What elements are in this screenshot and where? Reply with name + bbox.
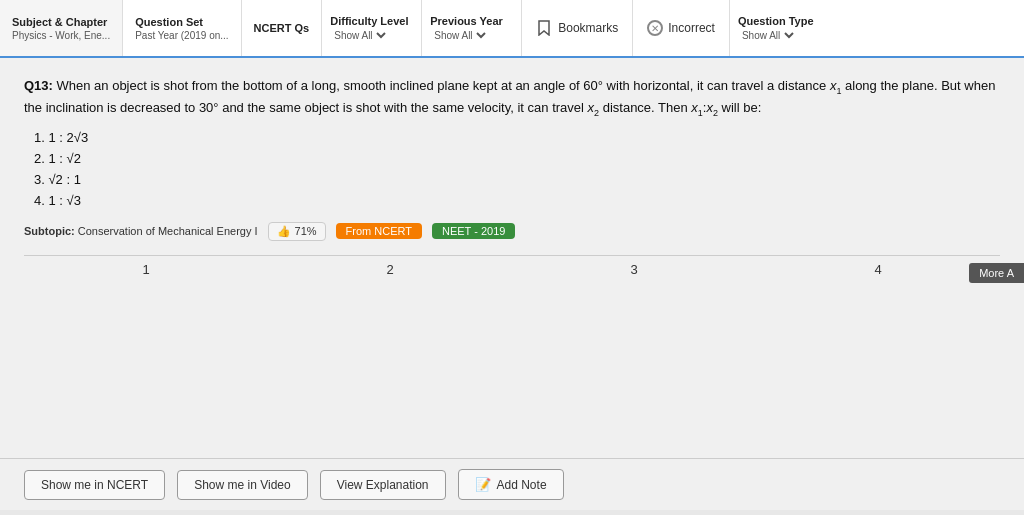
question-type-label: Question Type bbox=[738, 15, 832, 27]
difficulty-select[interactable]: Show All Easy Medium Hard bbox=[330, 29, 389, 42]
ncert-qs-filter[interactable]: NCERT Qs bbox=[242, 0, 323, 56]
ncert-qs-label: NCERT Qs bbox=[254, 22, 310, 34]
difficulty-filter[interactable]: Difficulty Level Show All Easy Medium Ha… bbox=[322, 0, 422, 56]
question-type-select[interactable]: Show All MCQ Integer bbox=[738, 29, 797, 42]
page-numbers: 1 2 3 4 bbox=[24, 262, 1000, 277]
incorrect-icon: ✕ bbox=[647, 20, 663, 36]
source-badge: From NCERT bbox=[336, 223, 422, 239]
subtopic-label: Subtopic: Conservation of Mechanical Ene… bbox=[24, 225, 258, 237]
option-3[interactable]: 3. √2 : 1 bbox=[34, 172, 1000, 187]
view-explanation-button[interactable]: View Explanation bbox=[320, 470, 446, 500]
show-video-button[interactable]: Show me in Video bbox=[177, 470, 308, 500]
option-4[interactable]: 4. 1 : √3 bbox=[34, 193, 1000, 208]
more-a-container: More A bbox=[24, 283, 1000, 307]
action-buttons-row: Show me in NCERT Show me in Video View E… bbox=[0, 458, 1024, 510]
question-type-filter[interactable]: Question Type Show All MCQ Integer bbox=[730, 0, 840, 56]
question-set-filter[interactable]: Question Set Past Year (2019 on... bbox=[123, 0, 241, 56]
bookmarks-label: Bookmarks bbox=[558, 21, 618, 35]
question-set-value: Past Year (2019 on... bbox=[135, 30, 228, 41]
page-3[interactable]: 3 bbox=[630, 262, 637, 277]
page-1[interactable]: 1 bbox=[142, 262, 149, 277]
incorrect-button[interactable]: ✕ Incorrect bbox=[633, 0, 730, 56]
subject-chapter-value: Physics - Work, Ene... bbox=[12, 30, 110, 41]
add-note-button[interactable]: 📝 Add Note bbox=[458, 469, 564, 500]
previous-year-select-row: Show All 2019 2020 2021 bbox=[430, 29, 513, 42]
show-ncert-button[interactable]: Show me in NCERT bbox=[24, 470, 165, 500]
previous-year-label: Previous Year bbox=[430, 15, 513, 27]
page-4[interactable]: 4 bbox=[874, 262, 881, 277]
question-number: Q13: bbox=[24, 78, 53, 93]
previous-year-filter[interactable]: Previous Year Show All 2019 2020 2021 bbox=[422, 0, 522, 56]
question-text: Q13: When an object is shot from the bot… bbox=[24, 76, 1000, 120]
subtopic-row: Subtopic: Conservation of Mechanical Ene… bbox=[24, 222, 1000, 241]
toolbar: Subject & Chapter Physics - Work, Ene...… bbox=[0, 0, 1024, 58]
year-badge: NEET - 2019 bbox=[432, 223, 515, 239]
thumb-up-icon: 👍 bbox=[277, 225, 291, 238]
subject-chapter-label: Subject & Chapter bbox=[12, 16, 110, 28]
main-content: Q13: When an object is shot from the bot… bbox=[0, 58, 1024, 458]
question-set-label: Question Set bbox=[135, 16, 228, 28]
previous-year-select[interactable]: Show All 2019 2020 2021 bbox=[430, 29, 489, 42]
subject-chapter-filter[interactable]: Subject & Chapter Physics - Work, Ene... bbox=[0, 0, 123, 56]
bookmarks-button[interactable]: Bookmarks bbox=[522, 0, 633, 56]
more-a-button[interactable]: More A bbox=[969, 263, 1024, 283]
note-icon: 📝 bbox=[475, 477, 491, 492]
accuracy-badge: 👍 71% bbox=[268, 222, 326, 241]
difficulty-select-row: Show All Easy Medium Hard bbox=[330, 29, 413, 42]
question-type-select-row: Show All MCQ Integer bbox=[738, 29, 832, 42]
bookmark-icon bbox=[536, 20, 552, 36]
question-block: Q13: When an object is shot from the bot… bbox=[24, 76, 1000, 208]
option-2[interactable]: 2. 1 : √2 bbox=[34, 151, 1000, 166]
pagination-row: 1 2 3 4 bbox=[24, 255, 1000, 283]
page-2[interactable]: 2 bbox=[386, 262, 393, 277]
option-1[interactable]: 1. 1 : 2√3 bbox=[34, 130, 1000, 145]
incorrect-label: Incorrect bbox=[668, 21, 715, 35]
pagination-container: 1 2 3 4 More A bbox=[24, 255, 1000, 307]
options-list: 1. 1 : 2√3 2. 1 : √2 3. √2 : 1 4. 1 : √3 bbox=[34, 130, 1000, 208]
difficulty-label: Difficulty Level bbox=[330, 15, 413, 27]
